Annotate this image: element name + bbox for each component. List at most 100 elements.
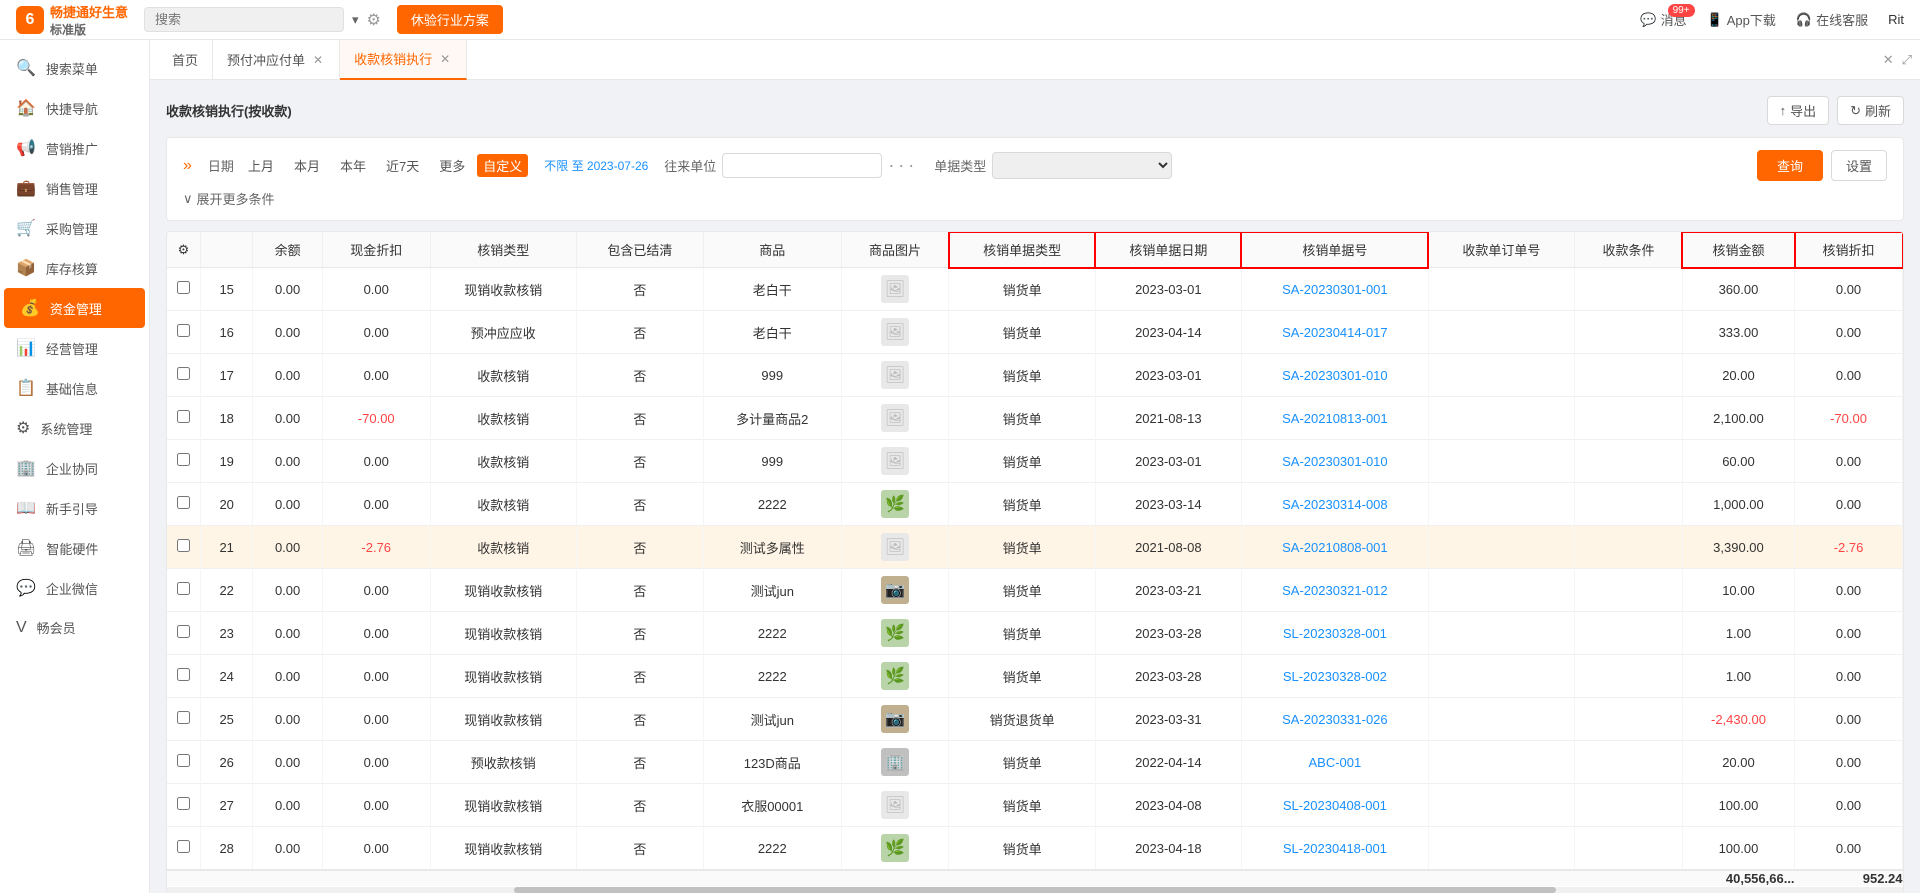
horizontal-scrollbar[interactable] (167, 887, 1903, 893)
tab-prepay-label: 预付冲应付单 (227, 50, 305, 69)
settings-icon[interactable]: ⚙ (367, 10, 381, 30)
footer-verify-discount: 952.24 (1795, 870, 1903, 886)
app-download-btn[interactable]: 📱 App下载 (1707, 10, 1776, 29)
td-verify-no[interactable]: ABC-001 (1241, 741, 1428, 784)
td-verify-discount: 0.00 (1795, 268, 1903, 311)
td-settings[interactable] (167, 698, 201, 741)
td-verify-no[interactable]: SA-20230321-012 (1241, 569, 1428, 612)
row-checkbox[interactable] (177, 840, 190, 853)
expand-chevron-icon: ∨ (183, 191, 193, 207)
sidebar-item-inventory[interactable]: 📦 库存核算 (0, 248, 149, 288)
dropdown-btn[interactable]: ▾ (352, 12, 359, 28)
sidebar-item-sales[interactable]: 💼 销售管理 (0, 168, 149, 208)
sidebar-item-operations[interactable]: 📊 经营管理 (0, 328, 149, 368)
td-balance: 0.00 (253, 311, 322, 354)
td-settings[interactable] (167, 741, 201, 784)
td-verify-no[interactable]: SA-20230331-026 (1241, 698, 1428, 741)
td-verify-no[interactable]: SL-20230328-002 (1241, 655, 1428, 698)
last-7days-opt[interactable]: 近7天 (378, 154, 427, 177)
td-verify-no[interactable]: SL-20230418-001 (1241, 827, 1428, 871)
td-verify-no[interactable]: SA-20230414-017 (1241, 311, 1428, 354)
sidebar-item-wechat[interactable]: 💬 企业微信 (0, 568, 149, 608)
td-seq: 20 (201, 483, 253, 526)
row-checkbox[interactable] (177, 324, 190, 337)
filter-settings-button[interactable]: 设置 (1831, 150, 1887, 181)
filter-collapse-icon[interactable]: » (183, 157, 192, 175)
tab-prepay-close[interactable]: ✕ (311, 51, 325, 69)
sidebar-item-search[interactable]: 🔍 搜索菜单 (0, 48, 149, 88)
row-checkbox[interactable] (177, 496, 190, 509)
row-checkbox[interactable] (177, 281, 190, 294)
row-checkbox[interactable] (177, 754, 190, 767)
tab-close-all-icon[interactable]: ✕ (1883, 52, 1894, 68)
row-checkbox[interactable] (177, 582, 190, 595)
query-button[interactable]: 查询 (1757, 150, 1823, 181)
user-name[interactable]: Rit (1888, 12, 1904, 27)
tab-prepay[interactable]: 预付冲应付单 ✕ (213, 40, 340, 80)
system-icon: ⚙ (16, 418, 30, 438)
row-checkbox[interactable] (177, 625, 190, 638)
service-btn[interactable]: 🎧 在线客服 (1796, 10, 1868, 29)
industry-btn[interactable]: 休验行业方案 (397, 5, 503, 34)
more-date-opt[interactable]: 更多 (431, 154, 473, 177)
td-verify-no[interactable]: SA-20230301-010 (1241, 354, 1428, 397)
td-settings[interactable] (167, 483, 201, 526)
tab-home[interactable]: 首页 (158, 40, 213, 80)
message-btn[interactable]: 💬 消息 99+ (1640, 10, 1686, 29)
td-settings[interactable] (167, 612, 201, 655)
td-verify-date: 2023-03-21 (1095, 569, 1241, 612)
td-verify-no[interactable]: SA-20230301-001 (1241, 268, 1428, 311)
last-month-opt[interactable]: 上月 (240, 154, 282, 177)
tab-receipt-close[interactable]: ✕ (438, 50, 452, 68)
partner-input[interactable] (722, 153, 882, 178)
td-settings[interactable] (167, 827, 201, 871)
export-button[interactable]: ↑ 导出 (1767, 96, 1830, 125)
td-verify-voucher-type: 销货单 (949, 784, 1095, 827)
td-verify-no[interactable]: SA-20230301-010 (1241, 440, 1428, 483)
td-settings[interactable] (167, 655, 201, 698)
td-settings[interactable] (167, 268, 201, 311)
partner-dots[interactable]: ··· (888, 155, 918, 176)
sidebar-item-marketing[interactable]: 📢 营销推广 (0, 128, 149, 168)
td-settings[interactable] (167, 526, 201, 569)
sidebar-item-purchase[interactable]: 🛒 采购管理 (0, 208, 149, 248)
tab-expand-icon[interactable]: ⤢ (1902, 52, 1912, 68)
td-verify-no[interactable]: SL-20230328-001 (1241, 612, 1428, 655)
sidebar-item-quicknav[interactable]: 🏠 快捷导航 (0, 88, 149, 128)
td-settings[interactable] (167, 397, 201, 440)
custom-date-opt[interactable]: 自定义 (477, 154, 528, 177)
row-checkbox[interactable] (177, 668, 190, 681)
td-verify-discount: 0.00 (1795, 612, 1903, 655)
sidebar-item-baseinfo[interactable]: 📋 基础信息 (0, 368, 149, 408)
expand-conditions-btn[interactable]: ∨ 展开更多条件 (183, 189, 1887, 208)
row-checkbox[interactable] (177, 453, 190, 466)
sidebar-item-system[interactable]: ⚙ 系统管理 (0, 408, 149, 448)
product-image: 🖼 (881, 275, 909, 303)
sidebar-item-member[interactable]: V 畅会员 (0, 608, 149, 647)
sidebar-item-hardware[interactable]: 🖨 智能硬件 (0, 528, 149, 568)
tab-receipt[interactable]: 收款核销执行 ✕ (340, 40, 467, 80)
this-month-opt[interactable]: 本月 (286, 154, 328, 177)
td-settings[interactable] (167, 569, 201, 612)
sidebar-item-guide[interactable]: 📖 新手引导 (0, 488, 149, 528)
row-checkbox[interactable] (177, 711, 190, 724)
td-verify-no[interactable]: SA-20230314-008 (1241, 483, 1428, 526)
row-checkbox[interactable] (177, 539, 190, 552)
row-checkbox[interactable] (177, 410, 190, 423)
this-year-opt[interactable]: 本年 (332, 154, 374, 177)
row-checkbox[interactable] (177, 797, 190, 810)
sidebar-item-corp[interactable]: 🏢 企业协同 (0, 448, 149, 488)
td-settings[interactable] (167, 784, 201, 827)
td-verify-no[interactable]: SA-20210808-001 (1241, 526, 1428, 569)
row-checkbox[interactable] (177, 367, 190, 380)
td-verify-no[interactable]: SA-20210813-001 (1241, 397, 1428, 440)
refresh-button[interactable]: ↻ 刷新 (1837, 96, 1904, 125)
td-settings[interactable] (167, 354, 201, 397)
voucher-type-select[interactable] (992, 152, 1172, 179)
search-input[interactable] (144, 7, 344, 32)
th-settings[interactable]: ⚙ (167, 232, 201, 268)
td-settings[interactable] (167, 311, 201, 354)
sidebar-item-finance[interactable]: 💰 资金管理 (4, 288, 145, 328)
td-settings[interactable] (167, 440, 201, 483)
td-verify-no[interactable]: SL-20230408-001 (1241, 784, 1428, 827)
